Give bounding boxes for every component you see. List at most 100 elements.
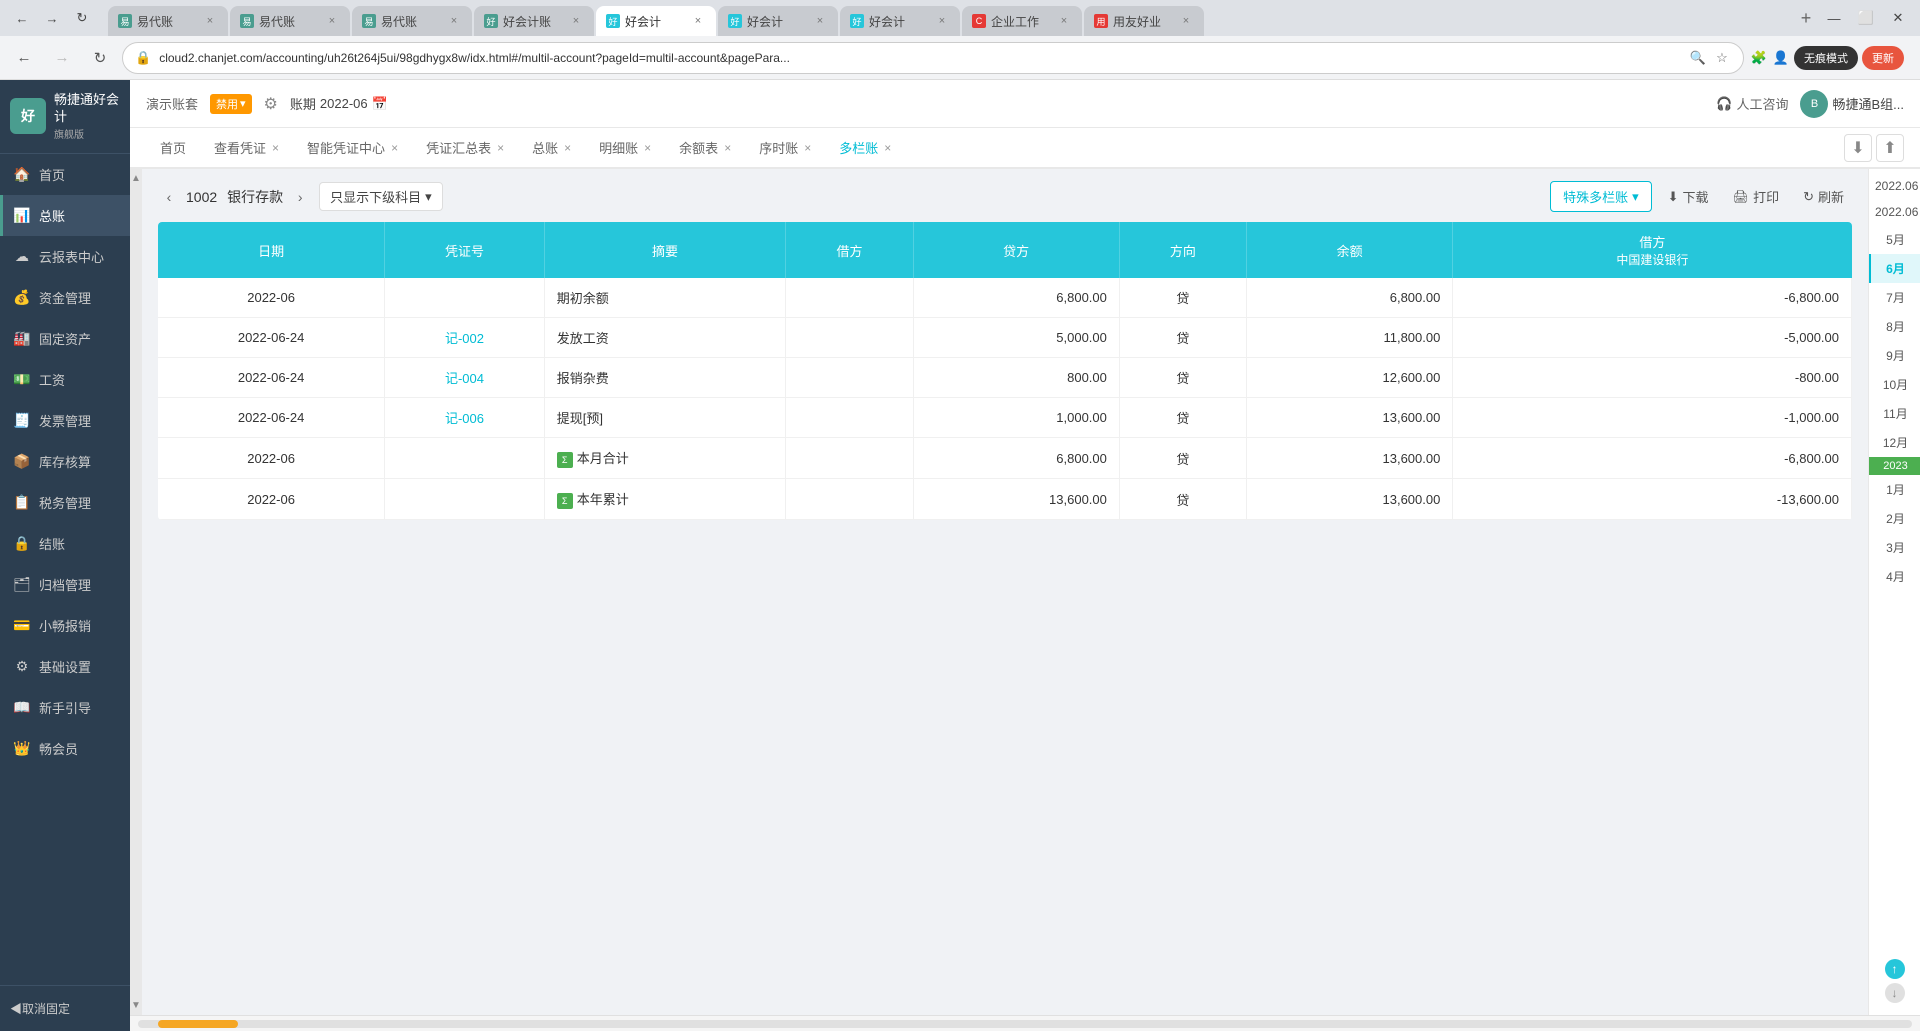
- tab-sequence-close[interactable]: ×: [804, 141, 811, 155]
- unpin-btn[interactable]: ◀取消固定: [0, 992, 130, 1025]
- sidebar-item-settings[interactable]: ⚙ 基础设置: [0, 646, 130, 687]
- date-entry-2022-2[interactable]: 2022.06: [1869, 199, 1920, 225]
- nav-back[interactable]: ←: [8, 42, 40, 74]
- tab-multi-close[interactable]: ×: [884, 141, 891, 155]
- sidebar-item-expense[interactable]: 💳 小畅报销: [0, 605, 130, 646]
- address-bar[interactable]: 🔒 cloud2.chanjet.com/accounting/uh26t264…: [122, 42, 1744, 74]
- browser-tab-9[interactable]: 用 用友好业 ×: [1084, 6, 1204, 36]
- date-entry-7[interactable]: 7月: [1869, 283, 1920, 312]
- tab-balance-close[interactable]: ×: [724, 141, 731, 155]
- maximize-btn[interactable]: ⬜: [1852, 4, 1880, 32]
- sidebar-item-archive[interactable]: 🗂 归档管理: [0, 564, 130, 605]
- tab-general-close[interactable]: ×: [564, 141, 571, 155]
- minimize-btn[interactable]: —: [1820, 4, 1848, 32]
- search-icon[interactable]: 🔍: [1689, 49, 1707, 67]
- reload-btn[interactable]: ↻: [68, 4, 96, 32]
- scroll-up-date-btn[interactable]: ↑: [1885, 959, 1905, 979]
- tab-close-6[interactable]: ×: [812, 13, 828, 29]
- date-entry-2023-4[interactable]: 4月: [1869, 562, 1920, 591]
- nav-reload[interactable]: ↻: [84, 42, 116, 74]
- tab-close-4[interactable]: ×: [568, 13, 584, 29]
- tab-voucher-close[interactable]: ×: [272, 141, 279, 155]
- sidebar-item-ledger[interactable]: 📊 总账: [0, 195, 130, 236]
- tab-sequence[interactable]: 序时账 ×: [745, 128, 825, 169]
- sidebar-item-tax[interactable]: 📋 税务管理: [0, 482, 130, 523]
- multi-account-btn[interactable]: 特殊多栏账 ▾: [1550, 181, 1652, 212]
- tab-smart-close[interactable]: ×: [391, 141, 398, 155]
- sidebar-item-close[interactable]: 🔒 结账: [0, 523, 130, 564]
- service-btn[interactable]: 🎧 人工咨询: [1716, 94, 1788, 113]
- browser-tab-2[interactable]: 易 易代账 ×: [230, 6, 350, 36]
- tab-detail[interactable]: 明细账 ×: [585, 128, 665, 169]
- date-entry-10[interactable]: 10月: [1869, 370, 1920, 399]
- date-entry-8[interactable]: 8月: [1869, 312, 1920, 341]
- sidebar-item-report[interactable]: ☁ 云报表中心: [0, 236, 130, 277]
- status-tag[interactable]: 禁用 ▾: [210, 94, 252, 114]
- close-browser-btn[interactable]: ✕: [1884, 4, 1912, 32]
- tab-smart[interactable]: 智能凭证中心 ×: [293, 128, 412, 169]
- sidebar-item-asset[interactable]: 🏭 固定资产: [0, 318, 130, 359]
- settings-gear-icon[interactable]: ⚙: [264, 94, 278, 114]
- filter-dropdown[interactable]: 只显示下级科目 ▾: [319, 182, 443, 211]
- calendar-icon[interactable]: 📅: [372, 96, 388, 112]
- tab-expand-btn[interactable]: ⬆: [1876, 134, 1904, 162]
- back-btn[interactable]: ←: [8, 4, 36, 32]
- bookmark-icon[interactable]: ☆: [1713, 49, 1731, 67]
- date-entry-2023-3[interactable]: 3月: [1869, 533, 1920, 562]
- date-entry-5[interactable]: 5月: [1869, 225, 1920, 254]
- incognito-btn[interactable]: 无痕模式: [1794, 46, 1858, 70]
- tab-close-1[interactable]: ×: [202, 13, 218, 29]
- scrollbar-thumb[interactable]: [158, 1020, 238, 1028]
- tab-home[interactable]: 首页: [146, 128, 200, 169]
- tab-close-9[interactable]: ×: [1178, 13, 1194, 29]
- browser-tab-5[interactable]: 好 好会计 ×: [596, 6, 716, 36]
- tab-close-7[interactable]: ×: [934, 13, 950, 29]
- browser-tab-6[interactable]: 好 好会计 ×: [718, 6, 838, 36]
- browser-tab-8[interactable]: C 企业工作 ×: [962, 6, 1082, 36]
- date-entry-2023-2[interactable]: 2月: [1869, 504, 1920, 533]
- browser-tab-1[interactable]: 易 易代账 ×: [108, 6, 228, 36]
- voucher-link[interactable]: 记-002: [445, 331, 484, 346]
- date-entry-6[interactable]: 6月: [1869, 254, 1920, 283]
- new-tab-btn[interactable]: +: [1792, 4, 1820, 32]
- voucher-link[interactable]: 记-004: [445, 371, 484, 386]
- date-entry-9[interactable]: 9月: [1869, 341, 1920, 370]
- left-scroll[interactable]: ▲ ▼: [130, 169, 142, 1015]
- sidebar-item-salary[interactable]: 💵 工资: [0, 359, 130, 400]
- date-entry-12[interactable]: 12月: [1869, 428, 1920, 457]
- window-controls[interactable]: ← → ↻: [0, 4, 104, 32]
- tab-general[interactable]: 总账 ×: [518, 128, 585, 169]
- profile-icon[interactable]: 👤: [1772, 49, 1790, 67]
- date-entry-2022-1[interactable]: 2022.06: [1869, 173, 1920, 199]
- extensions-icon[interactable]: 🧩: [1750, 49, 1768, 67]
- tab-voucher[interactable]: 查看凭证 ×: [200, 128, 293, 169]
- browser-tab-4[interactable]: 好 好会计账 ×: [474, 6, 594, 36]
- next-account-btn[interactable]: ›: [289, 186, 311, 208]
- user-btn[interactable]: B 畅捷通B组...: [1800, 90, 1904, 118]
- tab-close-3[interactable]: ×: [446, 13, 462, 29]
- tab-close-8[interactable]: ×: [1056, 13, 1072, 29]
- sidebar-item-invoice[interactable]: 🧾 发票管理: [0, 400, 130, 441]
- sidebar-item-home[interactable]: 🏠 首页: [0, 154, 130, 195]
- update-btn[interactable]: 更新: [1862, 46, 1904, 70]
- prev-account-btn[interactable]: ‹: [158, 186, 180, 208]
- nav-forward[interactable]: →: [46, 42, 78, 74]
- download-btn[interactable]: ⬇ 下载: [1660, 182, 1717, 211]
- date-entry-11[interactable]: 11月: [1869, 399, 1920, 428]
- tab-multi[interactable]: 多栏账 ×: [825, 128, 905, 169]
- tab-detail-close[interactable]: ×: [644, 141, 651, 155]
- forward-btn[interactable]: →: [38, 4, 66, 32]
- browser-tab-7[interactable]: 好 好会计 ×: [840, 6, 960, 36]
- tab-close-5[interactable]: ×: [690, 13, 706, 29]
- scroll-down-date-btn[interactable]: ↓: [1885, 983, 1905, 1003]
- tab-balance[interactable]: 余额表 ×: [665, 128, 745, 169]
- sidebar-item-member[interactable]: 👑 畅会员: [0, 728, 130, 769]
- horizontal-scrollbar[interactable]: [138, 1020, 1912, 1028]
- tab-voucherlist-close[interactable]: ×: [497, 141, 504, 155]
- tab-voucher-list[interactable]: 凭证汇总表 ×: [412, 128, 518, 169]
- refresh-btn[interactable]: ↻ 刷新: [1795, 182, 1852, 211]
- tab-close-2[interactable]: ×: [324, 13, 340, 29]
- voucher-link[interactable]: 记-006: [445, 411, 484, 426]
- tab-collapse-btn[interactable]: ⬇: [1844, 134, 1872, 162]
- print-btn[interactable]: 🖨 打印: [1725, 182, 1788, 211]
